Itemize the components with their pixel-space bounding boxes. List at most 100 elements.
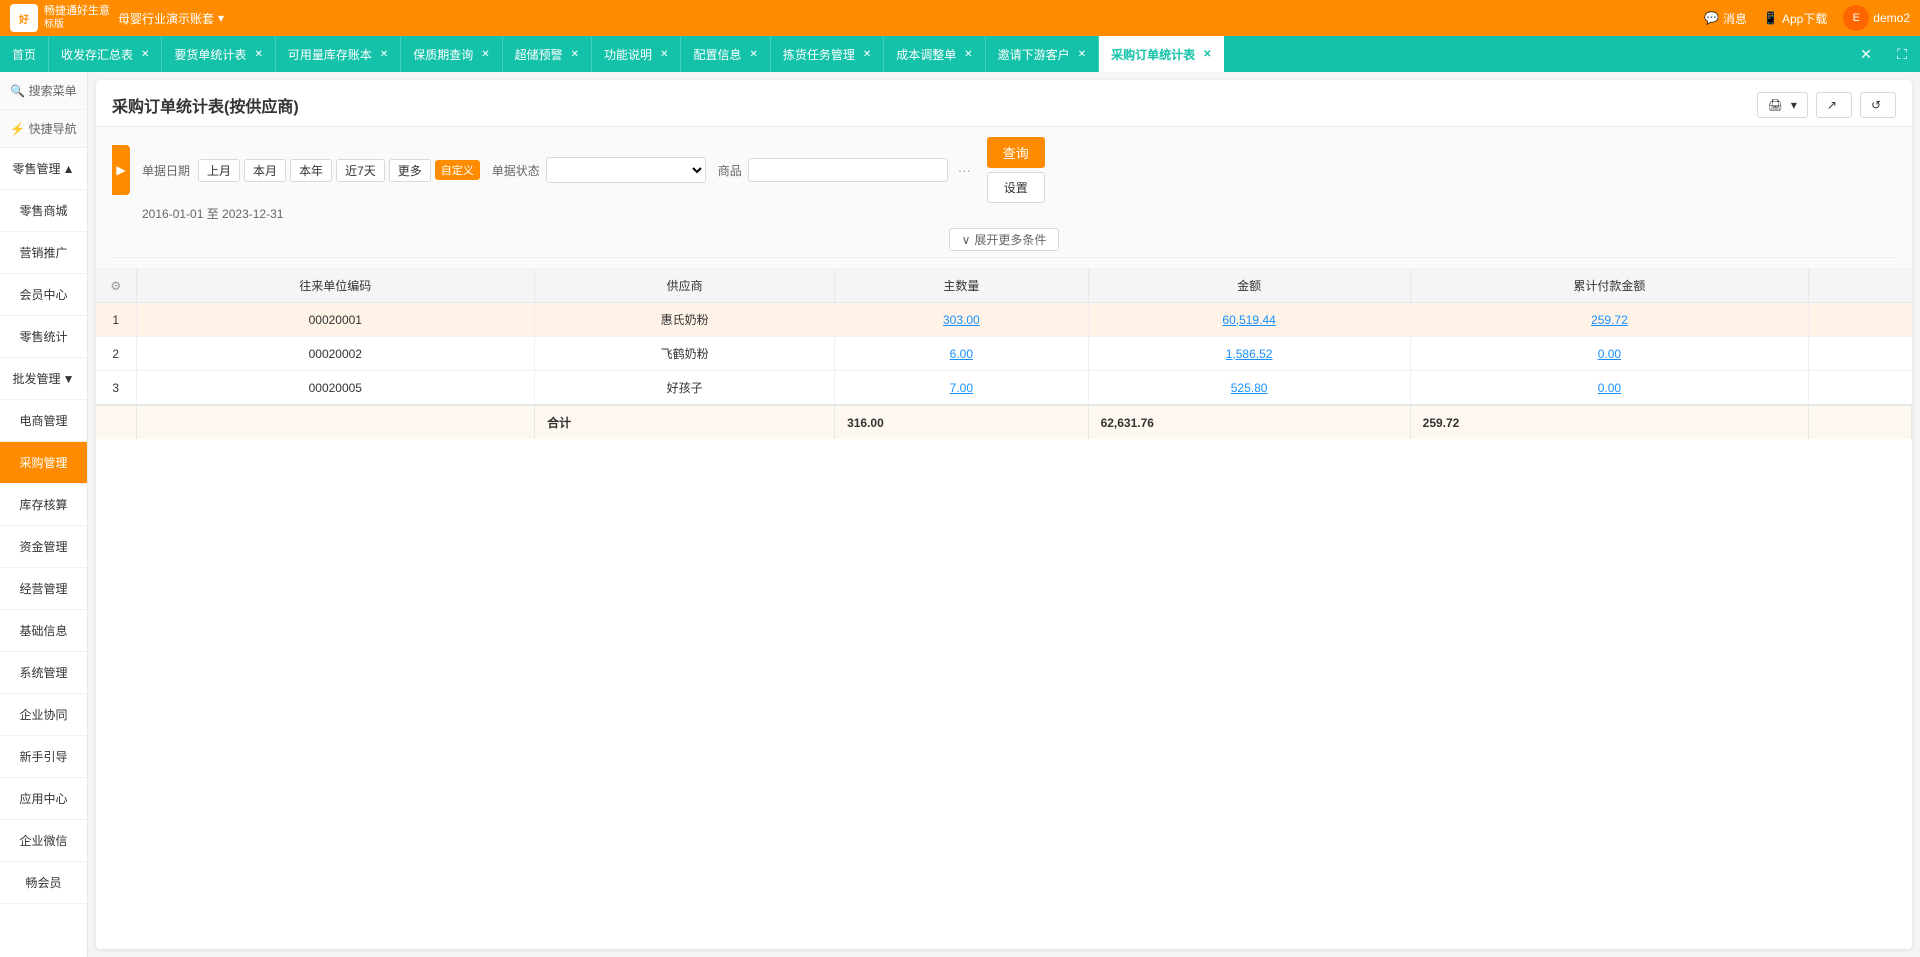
row-qty: 7.00	[835, 371, 1089, 406]
custom-date-badge[interactable]: 自定义	[435, 160, 480, 180]
workspace-selector[interactable]: 母婴行业演示账套 ▾	[118, 10, 224, 27]
settings-icon[interactable]: ⚙	[110, 279, 121, 293]
sidebar-item-quick-nav[interactable]: ⚡ 快捷导航	[0, 110, 87, 148]
table-row: 2 00020002 飞鹤奶粉 6.00 1,586.52 0.00	[96, 337, 1912, 371]
query-settings: 查询 设置	[987, 137, 1045, 203]
tab-invite-downstream[interactable]: 邀请下游客户 ✕	[986, 36, 1099, 72]
sidebar-item-marketing[interactable]: 营销推广	[0, 232, 87, 274]
filter-area: ▶ 单据日期 上月 本月 本年 近7天 更多	[96, 127, 1912, 269]
filter-row-1: 单据日期 上月 本月 本年 近7天 更多 自定义	[142, 137, 1896, 203]
close-icon[interactable]: ✕	[571, 49, 579, 60]
sidebar-item-wholesale[interactable]: 批发管理 ▼	[0, 358, 87, 400]
sidebar-item-retail-mall[interactable]: 零售商城	[0, 190, 87, 232]
nav-actions: ✕ ⛶	[1848, 36, 1920, 72]
more-options-icon[interactable]: ···	[954, 163, 975, 178]
status-select[interactable]	[546, 157, 706, 183]
shortcut-last-month[interactable]: 上月	[198, 159, 240, 182]
settings-button[interactable]: 设置	[987, 172, 1045, 203]
top-bar-left: 好 畅捷通好生意 标版 母婴行业演示账套 ▾	[10, 4, 224, 32]
export-button[interactable]: ↗	[1816, 92, 1852, 118]
sidebar-item-guide[interactable]: 新手引导	[0, 736, 87, 778]
logo-area: 好 畅捷通好生意 标版	[10, 4, 110, 32]
avatar: E	[1843, 5, 1869, 31]
chevron-up-icon: ▲	[63, 162, 75, 176]
tab-config[interactable]: 配置信息 ✕	[681, 36, 770, 72]
data-table: ⚙ 往来单位编码 供应商 主数量 金额 累计付款金额 1	[96, 269, 1912, 439]
goods-input[interactable]	[748, 158, 948, 182]
sidebar-item-vip[interactable]: 畅会员	[0, 862, 87, 904]
close-icon[interactable]: ✕	[964, 49, 972, 60]
logo-icon: 好	[10, 4, 38, 32]
user-profile[interactable]: E demo2	[1843, 5, 1910, 31]
close-icon[interactable]: ✕	[254, 49, 262, 60]
row-paid: 0.00	[1410, 337, 1809, 371]
sidebar-item-finance[interactable]: 资金管理	[0, 526, 87, 568]
export-icon: ↗	[1827, 98, 1837, 112]
chevron-down-icon: ∨	[962, 233, 971, 247]
close-icon[interactable]: ✕	[1078, 49, 1086, 60]
top-bar: 好 畅捷通好生意 标版 母婴行业演示账套 ▾ 💬 消息 📱 App下载 E de…	[0, 0, 1920, 36]
shortcut-this-year[interactable]: 本年	[290, 159, 332, 182]
tab-pick-task[interactable]: 拣货任务管理 ✕	[771, 36, 884, 72]
sidebar-item-operations[interactable]: 经营管理	[0, 568, 87, 610]
row-code: 00020002	[136, 337, 535, 371]
collapse-filter-button[interactable]: ▶	[112, 145, 130, 195]
row-paid: 0.00	[1410, 371, 1809, 406]
close-icon[interactable]: ✕	[1203, 49, 1211, 60]
app-download-button[interactable]: 📱 App下载	[1763, 10, 1827, 27]
footer-label: 合计	[535, 405, 835, 439]
sidebar-item-search[interactable]: 🔍 搜索菜单	[0, 72, 87, 110]
footer-qty: 316.00	[835, 405, 1089, 439]
tab-expiry-query[interactable]: 保质期查询 ✕	[401, 36, 502, 72]
message-button[interactable]: 💬 消息	[1704, 10, 1747, 27]
sidebar-item-apps[interactable]: 应用中心	[0, 778, 87, 820]
tab-collection-summary[interactable]: 收发存汇总表 ✕	[49, 36, 162, 72]
tab-purchase-order-stats[interactable]: 采购订单统计表 ✕	[1099, 36, 1224, 72]
close-tab-button[interactable]: ✕	[1848, 36, 1884, 72]
main-layout: 🔍 搜索菜单 ⚡ 快捷导航 零售管理 ▲ 零售商城 营销推广 会员中心 零售统计…	[0, 72, 1920, 957]
footer-paid: 259.72	[1410, 405, 1809, 439]
print-icon: 🖨	[1768, 98, 1783, 112]
col-supplier: 供应商	[535, 269, 835, 303]
close-icon[interactable]: ✕	[141, 49, 149, 60]
table-row: 3 00020005 好孩子 7.00 525.80 0.00	[96, 371, 1912, 406]
sidebar-item-wechat[interactable]: 企业微信	[0, 820, 87, 862]
sidebar-item-retail-stats[interactable]: 零售统计	[0, 316, 87, 358]
nav-bar: 首页 收发存汇总表 ✕ 要货单统计表 ✕ 可用量库存账本 ✕ 保质期查询 ✕ 超…	[0, 36, 1920, 72]
shortcut-more[interactable]: 更多	[389, 159, 431, 182]
tab-home[interactable]: 首页	[0, 36, 49, 72]
sidebar-item-collab[interactable]: 企业协同	[0, 694, 87, 736]
refresh-button[interactable]: ↺	[1860, 92, 1896, 118]
sidebar-item-purchase[interactable]: 采购管理	[0, 442, 87, 484]
sidebar-item-system[interactable]: 系统管理	[0, 652, 87, 694]
page-header: 采购订单统计表(按供应商) 🖨 ▾ ↗ ↺	[96, 80, 1912, 127]
filter-main-row: ▶ 单据日期 上月 本月 本年 近7天 更多	[112, 137, 1896, 222]
sidebar-item-member[interactable]: 会员中心	[0, 274, 87, 316]
close-icon[interactable]: ✕	[380, 49, 388, 60]
shortcut-this-month[interactable]: 本月	[244, 159, 286, 182]
print-button[interactable]: 🖨 ▾	[1757, 92, 1808, 118]
tab-function-desc[interactable]: 功能说明 ✕	[592, 36, 681, 72]
query-button[interactable]: 查询	[987, 137, 1045, 168]
expand-more-button[interactable]: ∨ 展开更多条件	[949, 228, 1060, 251]
maximize-button[interactable]: ⛶	[1884, 36, 1920, 72]
table-row: 1 00020001 惠氏奶粉 303.00 60,519.44 259.72	[96, 303, 1912, 337]
sidebar-item-retail-mgmt[interactable]: 零售管理 ▲	[0, 148, 87, 190]
tab-inventory-book[interactable]: 可用量库存账本 ✕	[276, 36, 401, 72]
row-qty: 6.00	[835, 337, 1089, 371]
message-icon: 💬	[1704, 11, 1719, 25]
close-icon[interactable]: ✕	[481, 49, 489, 60]
tab-cost-adjust[interactable]: 成本调整单 ✕	[884, 36, 985, 72]
page-container: 采购订单统计表(按供应商) 🖨 ▾ ↗ ↺	[96, 80, 1912, 949]
close-icon[interactable]: ✕	[863, 49, 871, 60]
sidebar-item-base-info[interactable]: 基础信息	[0, 610, 87, 652]
row-amount: 525.80	[1088, 371, 1410, 406]
tab-overstock-warning[interactable]: 超储预警 ✕	[503, 36, 592, 72]
close-icon[interactable]: ✕	[749, 49, 757, 60]
sidebar-item-inventory[interactable]: 库存核算	[0, 484, 87, 526]
sidebar-item-ecommerce[interactable]: 电商管理	[0, 400, 87, 442]
close-icon[interactable]: ✕	[660, 49, 668, 60]
goods-filter-group: 商品 ···	[718, 158, 975, 182]
shortcut-7days[interactable]: 近7天	[336, 159, 385, 182]
tab-order-stats[interactable]: 要货单统计表 ✕	[162, 36, 275, 72]
